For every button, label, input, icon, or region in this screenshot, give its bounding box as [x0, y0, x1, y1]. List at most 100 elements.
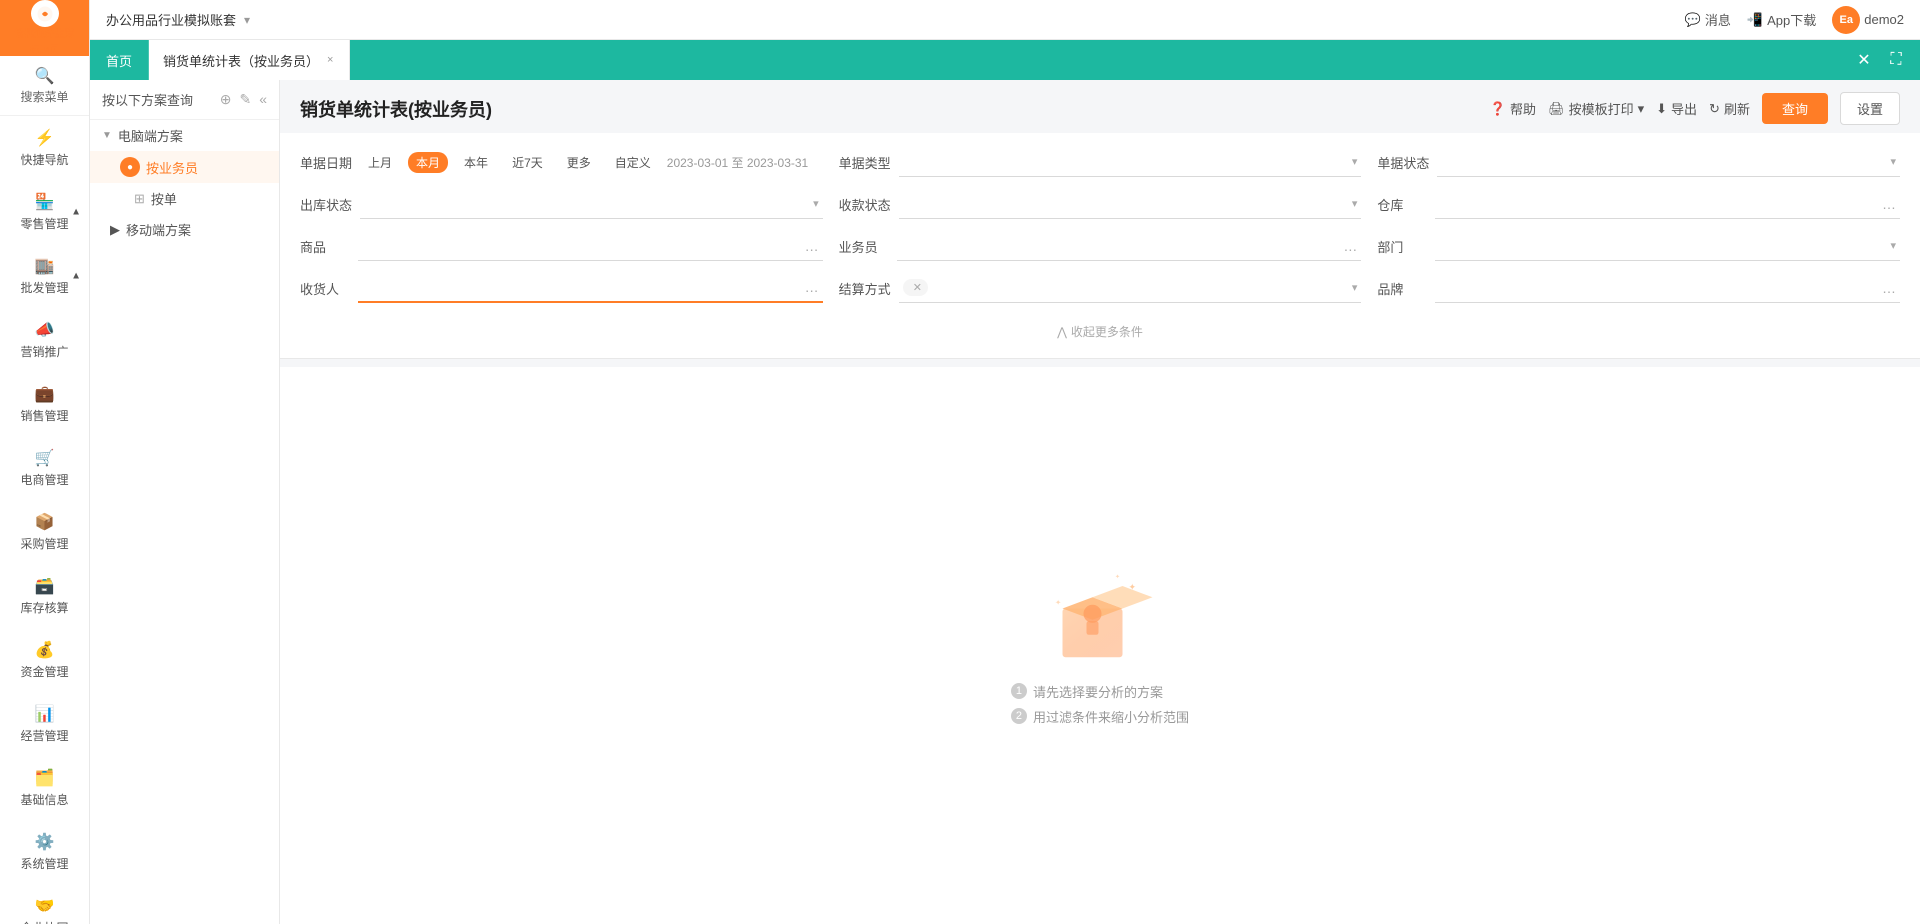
sidebar-item-finance[interactable]: 💰 资金管理: [0, 628, 89, 692]
sidebar-item-operations[interactable]: 📊 经营管理: [0, 692, 89, 756]
date-more-btn[interactable]: 更多: [559, 152, 599, 173]
date-this-month-btn[interactable]: 本月: [408, 152, 448, 173]
tree-mobile-group[interactable]: ▶ 移动端方案: [90, 214, 279, 245]
topbar-left: 办公用品行业模拟账套 ▾: [106, 10, 250, 29]
date-custom-btn[interactable]: 自定义: [607, 152, 659, 173]
tab-close-btn[interactable]: ×: [325, 53, 335, 67]
topbar-dropdown-icon[interactable]: ▾: [244, 13, 250, 27]
quicknav-icon: ⚡: [35, 128, 55, 148]
user-avatar-area[interactable]: Ea demo2: [1832, 6, 1904, 34]
tree-pc-label: 电脑端方案: [118, 126, 183, 145]
sidebar-ecommerce-label: 电商管理: [20, 471, 68, 488]
collapse-up-icon: ⋀: [1057, 325, 1067, 339]
sidebar-item-purchase[interactable]: 📦 采购管理: [0, 500, 89, 564]
refresh-label: 刷新: [1724, 99, 1750, 118]
empty-state: ✦ ✦ ✦ 1 请先选择要分析的方案 2: [1011, 566, 1189, 726]
panel-collapse-btn[interactable]: «: [259, 91, 267, 108]
sidebar-operations-label: 经营管理: [20, 727, 68, 744]
sidebar-item-enterprise[interactable]: 🤝 企业协同: [0, 884, 89, 924]
sidebar-marketing-label: 营销推广: [20, 343, 68, 360]
warehouse-dots-btn[interactable]: …: [1882, 196, 1896, 212]
tree-salesperson-item[interactable]: ● 按业务员: [90, 151, 279, 183]
out-status-arrow-icon: ▾: [813, 197, 819, 210]
settings-button[interactable]: 设置: [1840, 92, 1900, 125]
tree-order-label: 按单: [151, 189, 177, 208]
tab-expand-btn[interactable]: ⛶: [1884, 48, 1908, 72]
out-status-filter: 出库状态 ▾: [300, 189, 823, 219]
doc-status-select[interactable]: ▾: [1437, 147, 1900, 177]
date-buttons: 上月 本月 本年 近7天 更多 自定义 2023-03-01 至 2023-03…: [360, 152, 808, 173]
sidebar-search-label: 搜索菜单: [20, 88, 68, 105]
date-last7-btn[interactable]: 近7天: [504, 152, 551, 173]
date-filter: 单据日期 上月 本月 本年 近7天 更多 自定义 2023-03-01 至 20…: [300, 152, 823, 173]
sidebar-item-wholesale[interactable]: 🏬 批发管理 ▲: [0, 244, 89, 308]
recv-status-filter: 收款状态 ▾: [839, 189, 1362, 219]
sales-icon: 💼: [35, 384, 55, 404]
tree-pc-group[interactable]: ▼ 电脑端方案: [90, 120, 279, 151]
receiver-dots-btn[interactable]: …: [805, 279, 819, 295]
basic-icon: 🗂️: [35, 768, 55, 788]
out-status-control: ▾: [360, 189, 823, 219]
sidebar-item-marketing[interactable]: 📣 营销推广: [0, 308, 89, 372]
sidebar-item-retail[interactable]: 🏪 零售管理 ▲: [0, 180, 89, 244]
date-prev-month-btn[interactable]: 上月: [360, 152, 400, 173]
warehouse-control: …: [1435, 189, 1900, 219]
collapse-filters-btn[interactable]: ⋀ 收起更多条件: [1057, 323, 1143, 340]
panel-edit-btn[interactable]: ✎: [239, 91, 251, 108]
message-label: 消息: [1705, 10, 1731, 29]
sidebar-logo[interactable]: 畅捷通好生意 标题页: [0, 0, 90, 56]
department-select[interactable]: ▾: [1435, 231, 1900, 261]
filter-row-3: 商品 … 业务员 …: [300, 231, 1900, 261]
sidebar-item-sales[interactable]: 💼 销售管理: [0, 372, 89, 436]
page-title-bar: 销货单统计表(按业务员) ❓ 帮助 🖨 按模板打印 ▾ ⬇ 导出: [280, 80, 1920, 133]
wholesale-arrow-icon: ▲: [71, 271, 81, 282]
date-this-year-btn[interactable]: 本年: [456, 152, 496, 173]
tree-order-item[interactable]: ⊞ 按单: [90, 183, 279, 214]
help-btn[interactable]: ❓ 帮助: [1490, 99, 1536, 118]
doc-type-control: ▾: [899, 147, 1362, 177]
export-btn[interactable]: ⬇ 导出: [1656, 99, 1697, 118]
recv-status-select[interactable]: ▾: [899, 189, 1362, 219]
panel-add-btn[interactable]: ⊕: [220, 91, 232, 108]
salesperson-dots-btn[interactable]: …: [1343, 238, 1357, 254]
doc-type-select[interactable]: ▾: [899, 147, 1362, 177]
app-download-btn[interactable]: 📲 App下载: [1747, 10, 1816, 29]
message-icon: 💬: [1685, 12, 1701, 28]
tree-salesperson-label: 按业务员: [146, 158, 198, 177]
sidebar-system-label: 系统管理: [20, 855, 68, 872]
product-dots-btn[interactable]: …: [805, 238, 819, 254]
query-button[interactable]: 查询: [1762, 93, 1828, 124]
help-icon: ❓: [1490, 101, 1506, 117]
sidebar-item-system[interactable]: ⚙️ 系统管理: [0, 820, 89, 884]
doc-type-filter: 单据类型 ▾: [839, 147, 1362, 177]
sidebar-item-ecommerce[interactable]: 🛒 电商管理: [0, 436, 89, 500]
sidebar-item-basic[interactable]: 🗂️ 基础信息: [0, 756, 89, 820]
help-label: 帮助: [1510, 99, 1536, 118]
brand-dots-btn[interactable]: …: [1882, 280, 1896, 296]
settlement-tag-close-btn[interactable]: ✕: [913, 281, 922, 294]
out-status-select[interactable]: ▾: [360, 189, 823, 219]
print-btn[interactable]: 🖨 按模板打印 ▾: [1548, 99, 1644, 118]
data-area: ✦ ✦ ✦ 1 请先选择要分析的方案 2: [280, 367, 1920, 924]
tab-minus-btn[interactable]: ✕: [1852, 48, 1876, 72]
page-title: 销货单统计表(按业务员): [300, 96, 492, 122]
sidebar-item-inventory[interactable]: 🗃️ 库存核算: [0, 564, 89, 628]
tab-home[interactable]: 首页: [90, 40, 149, 80]
tab-active-page[interactable]: 销货单统计表（按业务员） ×: [149, 40, 350, 80]
sidebar-purchase-label: 采购管理: [20, 535, 68, 552]
sidebar-item-search[interactable]: 🔍 搜索菜单: [0, 56, 89, 116]
sidebar-item-quicknav[interactable]: ⚡ 快捷导航: [0, 116, 89, 180]
export-label: 导出: [1671, 99, 1697, 118]
filter-area: 单据日期 上月 本月 本年 近7天 更多 自定义 2023-03-01 至 20…: [280, 133, 1920, 359]
marketing-icon: 📣: [35, 320, 55, 340]
sidebar-enterprise-label: 企业协同: [20, 919, 68, 924]
refresh-btn[interactable]: ↻ 刷新: [1709, 99, 1750, 118]
sidebar-retail-label: 零售管理: [20, 215, 68, 232]
tab-home-label: 首页: [106, 51, 132, 70]
tabbar: 首页 销货单统计表（按业务员） × ✕ ⛶: [90, 40, 1920, 80]
right-panel: 销货单统计表(按业务员) ❓ 帮助 🖨 按模板打印 ▾ ⬇ 导出: [280, 80, 1920, 924]
message-btn[interactable]: 💬 消息: [1685, 10, 1731, 29]
operations-icon: 📊: [35, 704, 55, 724]
system-icon: ⚙️: [35, 832, 55, 852]
empty-tip-2: 2 用过滤条件来缩小分析范围: [1011, 707, 1189, 726]
